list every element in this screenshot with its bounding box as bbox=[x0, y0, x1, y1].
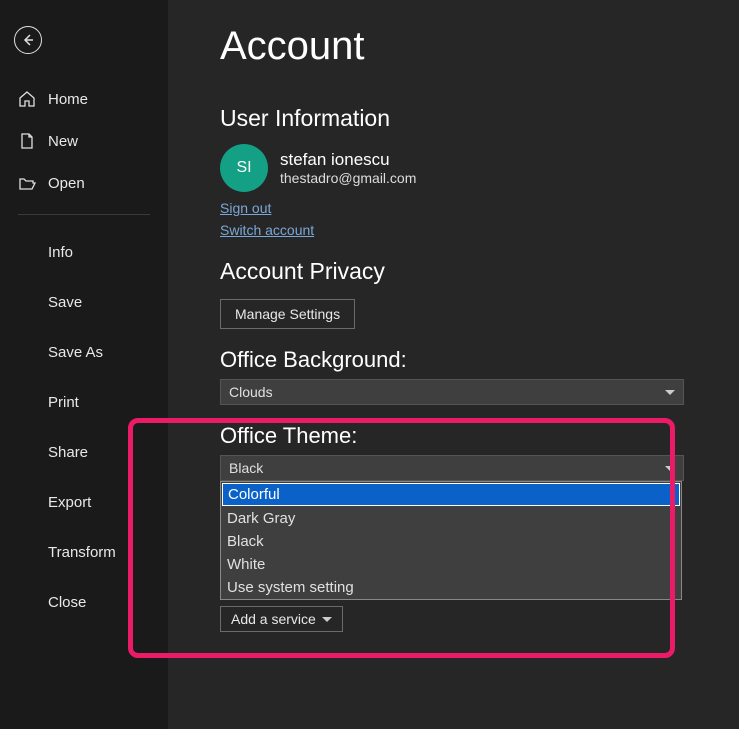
sidebar-item-label: Info bbox=[48, 244, 73, 261]
user-name: stefan ionescu bbox=[280, 150, 416, 170]
theme-option-system[interactable]: Use system setting bbox=[221, 576, 681, 599]
sidebar-item-export[interactable]: Export bbox=[0, 477, 168, 527]
sidebar-item-label: Close bbox=[48, 594, 86, 611]
theme-option-colorful[interactable]: Colorful bbox=[222, 483, 680, 506]
file-icon bbox=[18, 132, 36, 150]
sidebar-divider bbox=[18, 214, 150, 215]
theme-option-white[interactable]: White bbox=[221, 553, 681, 576]
sidebar-item-home[interactable]: Home bbox=[0, 78, 168, 120]
switch-account-link[interactable]: Switch account bbox=[220, 222, 314, 238]
account-privacy-heading: Account Privacy bbox=[220, 258, 715, 285]
add-service-button[interactable]: Add a service bbox=[220, 606, 343, 632]
user-email: thestadro@gmail.com bbox=[280, 170, 416, 186]
dropdown-value: Clouds bbox=[229, 384, 273, 400]
avatar: SI bbox=[220, 144, 268, 192]
sidebar-item-saveas[interactable]: Save As bbox=[0, 327, 168, 377]
sidebar-item-label: Home bbox=[48, 91, 88, 108]
sidebar-item-label: Export bbox=[48, 494, 91, 511]
theme-option-darkgray[interactable]: Dark Gray bbox=[221, 507, 681, 530]
page-title: Account bbox=[220, 24, 715, 69]
theme-option-black[interactable]: Black bbox=[221, 530, 681, 553]
office-background-dropdown[interactable]: Clouds bbox=[220, 379, 684, 405]
sidebar-item-label: Share bbox=[48, 444, 88, 461]
sidebar-item-info[interactable]: Info bbox=[0, 227, 168, 277]
office-theme-dropdown-list: Colorful Dark Gray Black White Use syste… bbox=[220, 481, 682, 600]
sidebar-item-open[interactable]: Open bbox=[0, 162, 168, 204]
sidebar-item-new[interactable]: New bbox=[0, 120, 168, 162]
sidebar-item-label: Transform bbox=[48, 544, 116, 561]
sidebar-item-transform[interactable]: Transform bbox=[0, 527, 168, 577]
sidebar-item-print[interactable]: Print bbox=[0, 377, 168, 427]
sidebar-item-label: New bbox=[48, 133, 78, 150]
chevron-down-icon bbox=[322, 617, 332, 622]
backstage-sidebar: Home New Open Info Save Save As Print Sh… bbox=[0, 0, 168, 729]
home-icon bbox=[18, 90, 36, 108]
sidebar-item-label: Save As bbox=[48, 344, 103, 361]
add-service-label: Add a service bbox=[231, 611, 316, 627]
sidebar-item-label: Open bbox=[48, 175, 85, 192]
sidebar-item-label: Print bbox=[48, 394, 79, 411]
office-theme-label: Office Theme: bbox=[220, 423, 715, 449]
user-info: stefan ionescu thestadro@gmail.com bbox=[280, 150, 416, 186]
user-info-heading: User Information bbox=[220, 105, 715, 132]
sidebar-item-share[interactable]: Share bbox=[0, 427, 168, 477]
back-button[interactable] bbox=[14, 26, 42, 54]
sidebar-item-label: Save bbox=[48, 294, 82, 311]
sidebar-item-save[interactable]: Save bbox=[0, 277, 168, 327]
sidebar-item-close[interactable]: Close bbox=[0, 577, 168, 627]
folder-open-icon bbox=[18, 174, 36, 192]
office-background-label: Office Background: bbox=[220, 347, 715, 373]
arrow-left-icon bbox=[20, 32, 36, 48]
sign-out-link[interactable]: Sign out bbox=[220, 200, 271, 216]
chevron-down-icon bbox=[665, 390, 675, 395]
manage-settings-button[interactable]: Manage Settings bbox=[220, 299, 355, 329]
user-row: SI stefan ionescu thestadro@gmail.com bbox=[220, 144, 715, 192]
office-theme-dropdown[interactable]: Black bbox=[220, 455, 684, 481]
chevron-down-icon bbox=[665, 466, 675, 471]
dropdown-value: Black bbox=[229, 460, 263, 476]
main-content: Account User Information SI stefan iones… bbox=[168, 0, 739, 729]
